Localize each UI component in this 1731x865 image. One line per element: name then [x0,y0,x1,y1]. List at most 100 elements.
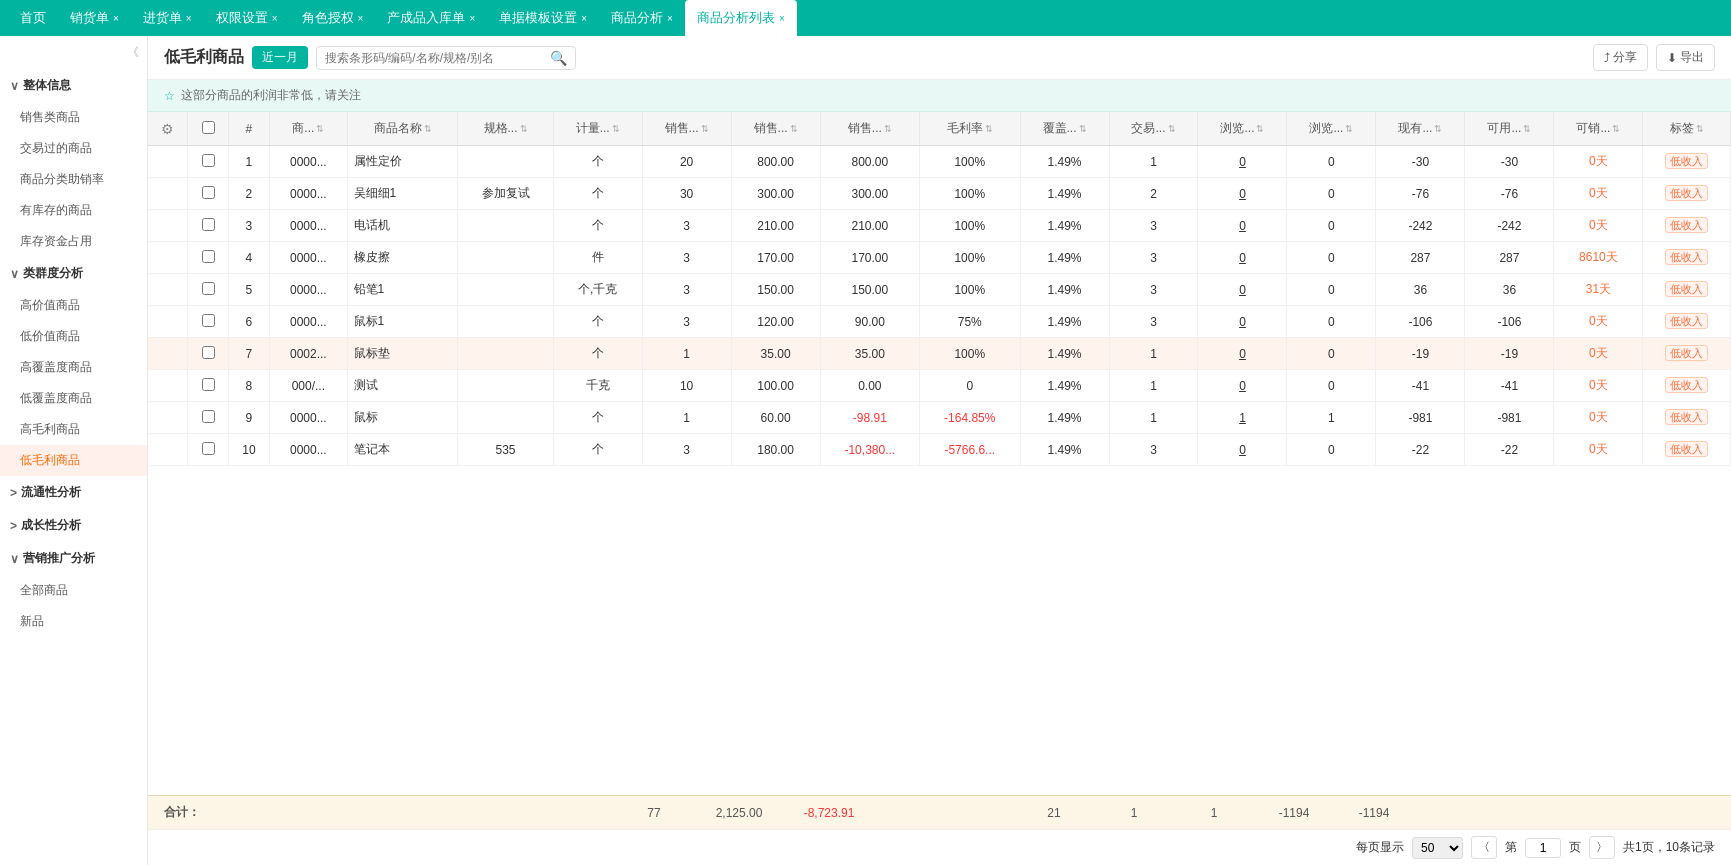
row-select-checkbox[interactable] [202,378,215,391]
sidebar-item-高毛利商品[interactable]: 高毛利商品 [0,414,147,445]
browse1-link[interactable]: 0 [1239,155,1246,169]
row-name-7[interactable]: 测试 [347,370,458,402]
sort-icon-available[interactable]: ⇅ [1523,124,1531,134]
row-browse1-8[interactable]: 1 [1198,402,1287,434]
row-select-checkbox[interactable] [202,314,215,327]
sort-icon-saleProfit[interactable]: ⇅ [884,124,892,134]
col-header-name[interactable]: 商品名称⇅ [347,112,458,146]
sort-icon-saleQty[interactable]: ⇅ [701,124,709,134]
close-icon[interactable]: × [469,13,475,24]
page-size-select[interactable]: 50 20 100 [1412,837,1463,859]
col-header-saleAmt[interactable]: 销售...⇅ [731,112,820,146]
search-icon[interactable]: 🔍 [550,50,567,66]
row-browse1-1[interactable]: 0 [1198,178,1287,210]
sidebar-item-高覆盖度商品[interactable]: 高覆盖度商品 [0,352,147,383]
col-header-settings[interactable]: ⚙ [148,112,188,146]
sort-icon-grossRate[interactable]: ⇅ [985,124,993,134]
time-filter-button[interactable]: 近一月 [252,46,308,69]
select-all-checkbox[interactable] [202,121,215,134]
sort-icon-unit[interactable]: ⇅ [612,124,620,134]
sidebar-group-title-3[interactable]: > 成长性分析 [0,509,147,542]
sidebar-item-低毛利商品[interactable]: 低毛利商品 [0,445,147,476]
col-header-current[interactable]: 现有...⇅ [1376,112,1465,146]
row-checkbox-4[interactable] [188,274,229,306]
sort-icon-name[interactable]: ⇅ [424,124,432,134]
sidebar-item-商品分类助销率[interactable]: 商品分类助销率 [0,164,147,195]
col-header-spec[interactable]: 规格...⇅ [458,112,553,146]
sidebar-item-低覆盖度商品[interactable]: 低覆盖度商品 [0,383,147,414]
row-name-9[interactable]: 笔记本 [347,434,458,466]
sort-icon-spec[interactable]: ⇅ [520,124,528,134]
col-header-saleable[interactable]: 可销...⇅ [1554,112,1643,146]
col-header-coverage[interactable]: 覆盖...⇅ [1020,112,1109,146]
sidebar-collapse-button[interactable]: 《 [0,36,147,69]
close-icon[interactable]: × [667,13,673,24]
nav-item-产成品入库单[interactable]: 产成品入库单× [375,0,487,36]
row-name-2[interactable]: 电话机 [347,210,458,242]
browse1-link[interactable]: 0 [1239,219,1246,233]
sidebar-item-全部商品[interactable]: 全部商品 [0,575,147,606]
sort-icon-trade[interactable]: ⇅ [1168,124,1176,134]
close-icon[interactable]: × [186,13,192,24]
row-browse1-4[interactable]: 0 [1198,274,1287,306]
row-checkbox-1[interactable] [188,178,229,210]
row-select-checkbox[interactable] [202,410,215,423]
sort-icon-saleable[interactable]: ⇅ [1612,124,1620,134]
row-browse1-0[interactable]: 0 [1198,146,1287,178]
row-checkbox-5[interactable] [188,306,229,338]
browse1-link[interactable]: 0 [1239,251,1246,265]
sidebar-item-有库存的商品[interactable]: 有库存的商品 [0,195,147,226]
search-input[interactable] [325,51,550,65]
sidebar-item-库存资金占用[interactable]: 库存资金占用 [0,226,147,257]
close-icon[interactable]: × [581,13,587,24]
col-header-browse1[interactable]: 浏览...⇅ [1198,112,1287,146]
row-select-checkbox[interactable] [202,186,215,199]
nav-item-首页[interactable]: 首页 [8,0,58,36]
browse1-link[interactable]: 0 [1239,443,1246,457]
row-name-6[interactable]: 鼠标垫 [347,338,458,370]
row-select-checkbox[interactable] [202,282,215,295]
row-browse1-3[interactable]: 0 [1198,242,1287,274]
col-header-saleQty[interactable]: 销售...⇅ [642,112,731,146]
browse1-link[interactable]: 0 [1239,379,1246,393]
row-checkbox-8[interactable] [188,402,229,434]
sidebar-item-销售类商品[interactable]: 销售类商品 [0,102,147,133]
row-select-checkbox[interactable] [202,250,215,263]
sidebar-item-新品[interactable]: 新品 [0,606,147,637]
browse1-link[interactable]: 0 [1239,315,1246,329]
col-header-grossRate[interactable]: 毛利率⇅ [920,112,1020,146]
close-icon[interactable]: × [779,13,785,24]
sort-icon-code[interactable]: ⇅ [316,124,324,134]
col-header-check[interactable] [188,112,229,146]
row-name-4[interactable]: 铅笔1 [347,274,458,306]
sidebar-item-低价值商品[interactable]: 低价值商品 [0,321,147,352]
browse1-link[interactable]: 0 [1239,283,1246,297]
sort-icon-current[interactable]: ⇅ [1434,124,1442,134]
sort-icon-coverage[interactable]: ⇅ [1079,124,1087,134]
prev-page-button[interactable]: 〈 [1471,836,1497,859]
row-browse1-5[interactable]: 0 [1198,306,1287,338]
row-name-8[interactable]: 鼠标 [347,402,458,434]
page-number-input[interactable] [1525,838,1561,858]
row-name-1[interactable]: 吴细细1 [347,178,458,210]
col-header-code[interactable]: 商...⇅ [270,112,348,146]
sidebar-group-title-4[interactable]: ∨ 营销推广分析 [0,542,147,575]
row-browse1-6[interactable]: 0 [1198,338,1287,370]
next-page-button[interactable]: 〉 [1589,836,1615,859]
row-checkbox-9[interactable] [188,434,229,466]
row-browse1-9[interactable]: 0 [1198,434,1287,466]
share-button[interactable]: ⤴ 分享 [1593,44,1648,71]
sidebar-group-title-2[interactable]: > 流通性分析 [0,476,147,509]
sidebar-item-交易过的商品[interactable]: 交易过的商品 [0,133,147,164]
export-button[interactable]: ⬇ 导出 [1656,44,1715,71]
nav-item-商品分析列表[interactable]: 商品分析列表× [685,0,797,36]
sidebar-group-title-0[interactable]: ∨ 整体信息 [0,69,147,102]
col-header-no[interactable]: # [228,112,269,146]
col-header-saleProfit[interactable]: 销售...⇅ [820,112,919,146]
col-header-tag[interactable]: 标签⇅ [1643,112,1731,146]
row-select-checkbox[interactable] [202,154,215,167]
browse1-link[interactable]: 1 [1239,411,1246,425]
row-checkbox-3[interactable] [188,242,229,274]
browse1-link[interactable]: 0 [1239,347,1246,361]
row-checkbox-0[interactable] [188,146,229,178]
